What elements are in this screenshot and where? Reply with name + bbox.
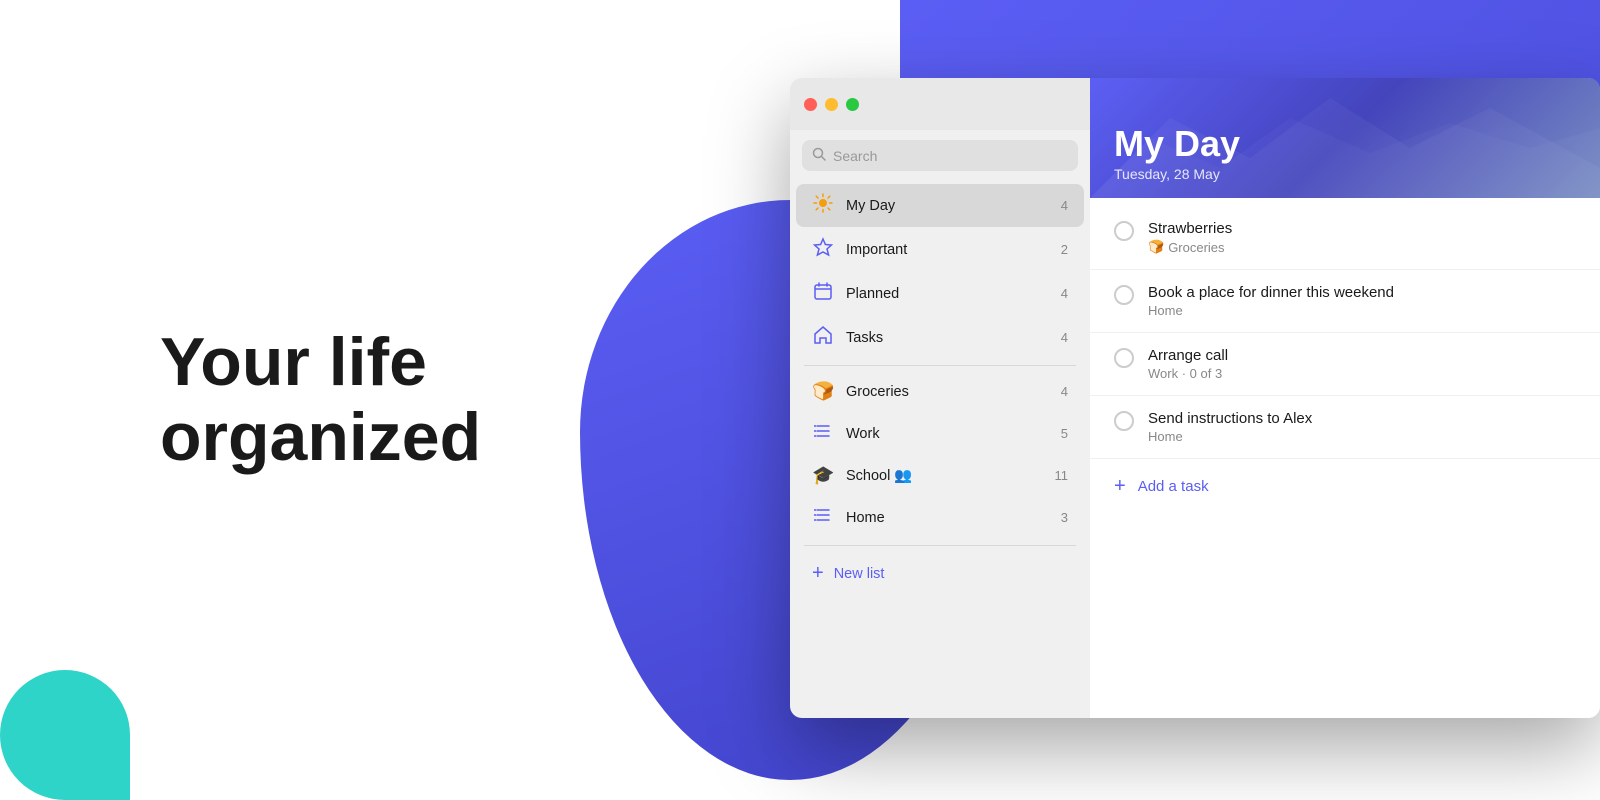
main-content: My Day Tuesday, 28 May Strawberries 🍞 Gr… [1090, 78, 1600, 718]
nav-separator-2 [804, 545, 1076, 546]
sidebar-nav: My Day 4 Important 2 [790, 179, 1090, 718]
sidebar-item-groceries[interactable]: 🍞 Groceries 4 [796, 372, 1084, 411]
search-placeholder: Search [833, 148, 877, 164]
task-meta-text-strawberries: Groceries [1168, 240, 1224, 255]
bread-icon: 🍞 [812, 381, 834, 402]
sidebar-item-school[interactable]: 🎓 School 👥 11 [796, 456, 1084, 495]
task-meta-text-arrange-call: Work · 0 of 3 [1148, 366, 1222, 381]
important-label: Important [846, 242, 1049, 258]
task-meta-emoji-strawberries: 🍞 [1148, 239, 1164, 255]
task-meta-arrange-call: Work · 0 of 3 [1148, 366, 1576, 381]
important-count: 2 [1061, 242, 1068, 257]
task-checkbox-dinner[interactable] [1114, 285, 1134, 305]
task-meta-text-dinner: Home [1148, 303, 1183, 318]
task-checkbox-strawberries[interactable] [1114, 221, 1134, 241]
task-meta-dinner: Home [1148, 303, 1576, 318]
calendar-icon [812, 281, 834, 306]
task-name-strawberries: Strawberries [1148, 220, 1576, 237]
sidebar-item-home[interactable]: Home 3 [796, 496, 1084, 539]
task-item-arrange-call[interactable]: Arrange call Work · 0 of 3 [1090, 333, 1600, 396]
groceries-count: 4 [1061, 384, 1068, 399]
school-label: School 👥 [846, 467, 1043, 484]
maximize-button[interactable] [846, 98, 859, 111]
planned-label: Planned [846, 286, 1049, 302]
new-list-plus-icon: + [812, 562, 824, 585]
task-item-strawberries[interactable]: Strawberries 🍞 Groceries [1090, 206, 1600, 270]
sidebar: Search [790, 78, 1090, 718]
search-bar[interactable]: Search [802, 140, 1078, 171]
task-name-arrange-call: Arrange call [1148, 347, 1576, 364]
new-list-label: New list [834, 566, 885, 582]
task-meta-strawberries: 🍞 Groceries [1148, 239, 1576, 255]
sidebar-item-my-day[interactable]: My Day 4 [796, 184, 1084, 227]
house-icon [812, 325, 834, 350]
hero-section: Your life organized [160, 325, 481, 475]
task-checkbox-send-instructions[interactable] [1114, 411, 1134, 431]
task-body-arrange-call: Arrange call Work · 0 of 3 [1148, 347, 1576, 381]
sidebar-item-tasks[interactable]: Tasks 4 [796, 316, 1084, 359]
task-meta-text-send-instructions: Home [1148, 429, 1183, 444]
app-window: Search [790, 78, 1600, 718]
minimize-button[interactable] [825, 98, 838, 111]
task-name-dinner: Book a place for dinner this weekend [1148, 284, 1576, 301]
sun-icon [812, 193, 834, 218]
page-subtitle: Tuesday, 28 May [1114, 166, 1576, 182]
sidebar-item-work[interactable]: Work 5 [796, 412, 1084, 455]
school-count: 11 [1055, 468, 1069, 483]
hero-title: Your life organized [160, 325, 481, 475]
tasks-count: 4 [1061, 330, 1068, 345]
page-title: My Day [1114, 124, 1576, 164]
new-list-button[interactable]: + New list [796, 552, 1084, 595]
search-icon [812, 147, 826, 164]
task-body-send-instructions: Send instructions to Alex Home [1148, 410, 1576, 444]
add-task-plus-icon: + [1114, 475, 1126, 498]
close-button[interactable] [804, 98, 817, 111]
title-bar [790, 78, 1090, 130]
task-item-dinner[interactable]: Book a place for dinner this weekend Hom… [1090, 270, 1600, 333]
main-header: My Day Tuesday, 28 May [1090, 78, 1600, 198]
task-name-send-instructions: Send instructions to Alex [1148, 410, 1576, 427]
groceries-label: Groceries [846, 384, 1049, 400]
graduation-icon: 🎓 [812, 465, 834, 486]
planned-count: 4 [1061, 286, 1068, 301]
my-day-count: 4 [1061, 198, 1068, 213]
task-item-send-instructions[interactable]: Send instructions to Alex Home [1090, 396, 1600, 459]
work-count: 5 [1061, 426, 1068, 441]
bg-shape-teal [0, 670, 130, 800]
sidebar-item-planned[interactable]: Planned 4 [796, 272, 1084, 315]
task-body-dinner: Book a place for dinner this weekend Hom… [1148, 284, 1576, 318]
add-task-label: Add a task [1138, 478, 1209, 495]
nav-separator-1 [804, 365, 1076, 366]
home-list-icon [812, 505, 834, 530]
work-label: Work [846, 426, 1049, 442]
home-label: Home [846, 510, 1049, 526]
task-body-strawberries: Strawberries 🍞 Groceries [1148, 220, 1576, 255]
sidebar-item-important[interactable]: Important 2 [796, 228, 1084, 271]
tasks-label: Tasks [846, 330, 1049, 346]
work-list-icon [812, 421, 834, 446]
my-day-label: My Day [846, 198, 1049, 214]
home-count: 3 [1061, 510, 1068, 525]
task-checkbox-arrange-call[interactable] [1114, 348, 1134, 368]
star-icon [812, 237, 834, 262]
task-meta-send-instructions: Home [1148, 429, 1576, 444]
task-list: Strawberries 🍞 Groceries Book a place fo… [1090, 198, 1600, 718]
add-task-button[interactable]: + Add a task [1090, 459, 1600, 514]
